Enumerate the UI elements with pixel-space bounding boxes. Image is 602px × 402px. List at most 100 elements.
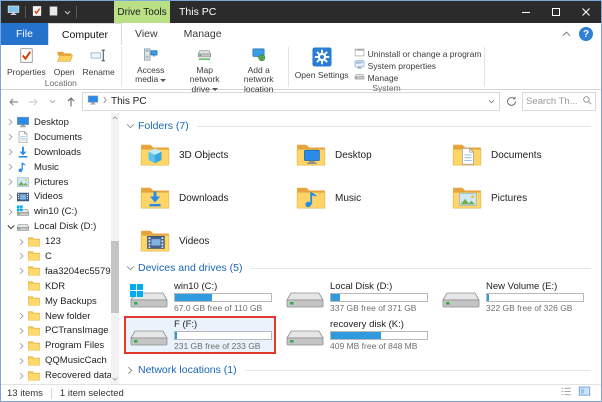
section-header-folders[interactable]: Folders (7) (125, 118, 597, 134)
chevron-right-icon[interactable] (16, 357, 27, 365)
properties-button[interactable]: Properties (4, 46, 49, 78)
qat-customize-caret[interactable] (64, 7, 71, 18)
folder-tile-pictures[interactable]: Pictures (451, 183, 599, 213)
qat-new-window-icon[interactable] (48, 5, 59, 20)
folder-tile-videos[interactable]: Videos (139, 226, 287, 256)
chevron-right-icon[interactable] (5, 208, 16, 216)
address-box[interactable]: This PC (82, 92, 500, 111)
scroll-down-icon[interactable] (111, 374, 119, 384)
folder-tile-music[interactable]: Music (295, 183, 443, 213)
refresh-icon[interactable] (503, 94, 519, 110)
sidebar-scrollbar[interactable] (111, 113, 119, 384)
chevron-right-icon[interactable] (16, 372, 27, 380)
tab-computer[interactable]: Computer (48, 23, 122, 45)
recent-locations-caret[interactable] (44, 94, 60, 110)
sidebar-item-desktop[interactable]: Desktop (1, 115, 119, 130)
sidebar-item-pctransimage[interactable]: PCTransImage (1, 323, 119, 338)
forward-icon[interactable] (25, 94, 41, 110)
drive-tile-f-f[interactable]: F (F:)231 GB free of 233 GB (126, 318, 274, 352)
chevron-right-icon[interactable] (16, 238, 27, 246)
breadcrumb-chevron-icon[interactable] (102, 96, 108, 107)
sidebar-item-c[interactable]: C (1, 249, 119, 264)
chevron-right-icon[interactable] (5, 178, 16, 186)
sidebar-item-program-files[interactable]: Program Files (1, 338, 119, 353)
button-label: System properties (368, 61, 437, 71)
system-properties-button[interactable]: System properties (354, 60, 482, 71)
rename-button[interactable]: Rename (80, 46, 118, 78)
scroll-up-icon[interactable] (111, 113, 119, 123)
chevron-right-icon[interactable] (16, 327, 27, 335)
folder-tile-3d-objects[interactable]: 3D Objects (139, 140, 287, 170)
help-icon[interactable]: ? (579, 27, 593, 41)
open-button[interactable]: Open (51, 46, 78, 78)
button-label: Rename (83, 68, 115, 77)
sidebar-item-new-folder[interactable]: New folder (1, 309, 119, 324)
chevron-right-icon[interactable] (125, 366, 135, 375)
sidebar-item-faa3204ec5579[interactable]: faa3204ec5579 (1, 264, 119, 279)
chevron-right-icon[interactable] (5, 148, 16, 156)
scrollbar-thumb[interactable] (111, 241, 119, 313)
drive-tile-win10-c[interactable]: win10 (C:)67.0 GB free of 110 GB (126, 280, 274, 314)
folder-tile-desktop[interactable]: Desktop (295, 140, 443, 170)
search-input[interactable] (526, 96, 582, 107)
sidebar-item-123[interactable]: 123 (1, 234, 119, 249)
open-settings-button[interactable]: Open Settings (292, 46, 352, 81)
chevron-down-icon[interactable] (5, 224, 16, 230)
search-box[interactable] (522, 92, 596, 111)
sidebar-item-my-backups[interactable]: My Backups (1, 294, 119, 309)
collapse-ribbon-icon[interactable] (562, 29, 571, 40)
chevron-down-icon[interactable] (125, 123, 135, 129)
sidebar-item-downloads[interactable]: Downloads (1, 145, 119, 160)
map-network-drive-button[interactable]: Map network drive (179, 46, 231, 95)
chevron-right-icon[interactable] (5, 118, 16, 126)
chevron-down-icon[interactable] (125, 265, 135, 271)
maximize-button[interactable] (541, 1, 571, 23)
sidebar-item-local-disk-d[interactable]: Local Disk (D:) (1, 219, 119, 234)
sidebar-item-music[interactable]: Music (1, 160, 119, 175)
chevron-right-icon[interactable] (5, 133, 16, 141)
tab-manage[interactable]: Manage (171, 23, 235, 45)
sidebar-item-kdr[interactable]: KDR (1, 279, 119, 294)
chevron-right-icon[interactable] (5, 163, 16, 171)
tab-view[interactable]: View (122, 23, 171, 45)
sidebar-item-qqmusiccach[interactable]: QQMusicCach (1, 353, 119, 368)
drive-tile-recovery-disk-k[interactable]: recovery disk (K:)409 MB free of 848 MB (282, 318, 430, 352)
section-header-network[interactable]: Network locations (1) (125, 362, 597, 378)
drive-tools-contextual-tab[interactable]: Drive Tools (114, 1, 170, 23)
up-icon[interactable] (63, 94, 79, 110)
sidebar-item-win10-c[interactable]: win10 (C:) (1, 204, 119, 219)
minimize-button[interactable] (511, 1, 541, 23)
drive-tile-new-volume-e[interactable]: New Volume (E:)322 GB free of 326 GB (438, 280, 586, 314)
breadcrumb[interactable]: This PC (111, 96, 485, 107)
sidebar-item-label: PCTransImage (45, 325, 109, 336)
add-network-location-button[interactable]: Add a network location (233, 46, 285, 95)
tab-file[interactable]: File (1, 23, 48, 45)
manage-button[interactable]: Manage (354, 72, 482, 83)
drive-tile-local-disk-d[interactable]: Local Disk (D:)337 GB free of 371 GB (282, 280, 430, 314)
access-media-button[interactable]: Access media (125, 46, 177, 86)
search-icon[interactable] (582, 95, 593, 109)
folder-tile-downloads[interactable]: Downloads (139, 183, 287, 213)
sidebar-item-recovered-data[interactable]: Recovered data (1, 368, 119, 383)
qat-properties-icon[interactable] (31, 5, 43, 20)
chevron-right-icon[interactable] (16, 252, 27, 260)
address-bar: This PC (1, 90, 601, 113)
sidebar-item-label: Local Disk (D:) (34, 221, 96, 232)
photo-folder-icon (451, 184, 483, 213)
chevron-right-icon[interactable] (16, 267, 27, 275)
close-button[interactable] (571, 1, 601, 23)
details-view-button[interactable] (560, 385, 573, 401)
address-dropdown-caret[interactable] (488, 96, 495, 107)
sidebar-item-recovered-data[interactable]: Recovered data (1, 383, 119, 384)
back-icon[interactable] (6, 94, 22, 110)
uninstall-program-button[interactable]: Uninstall or change a program (354, 48, 482, 59)
sidebar-item-documents[interactable]: Documents (1, 130, 119, 145)
sidebar-item-pictures[interactable]: Pictures (1, 175, 119, 190)
folder-tile-documents[interactable]: Documents (451, 140, 599, 170)
large-icons-view-button[interactable] (578, 385, 591, 401)
chevron-right-icon[interactable] (5, 193, 16, 201)
sidebar-item-videos[interactable]: Videos (1, 189, 119, 204)
section-header-drives[interactable]: Devices and drives (5) (125, 260, 597, 276)
chevron-right-icon[interactable] (16, 342, 27, 350)
chevron-right-icon[interactable] (16, 312, 27, 320)
